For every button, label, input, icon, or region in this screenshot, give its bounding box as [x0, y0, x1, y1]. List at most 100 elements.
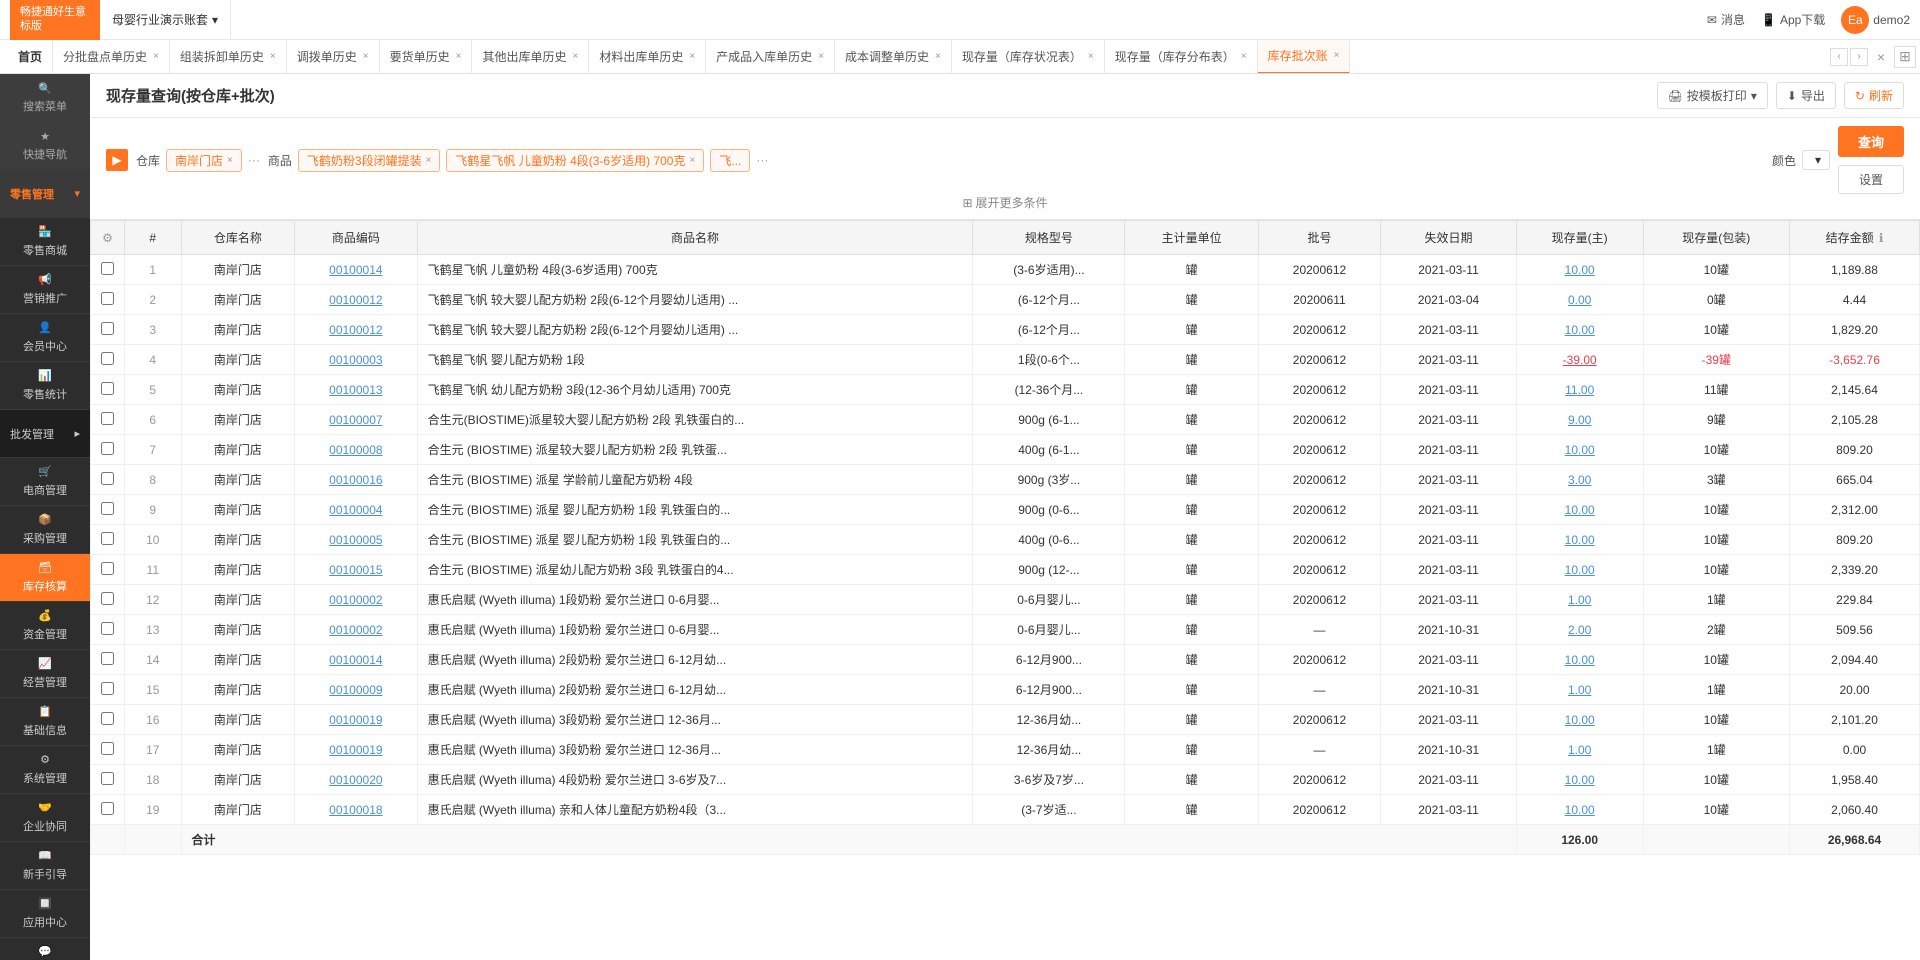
- nav-expand-btn[interactable]: ⊞: [1894, 46, 1916, 68]
- filter-product-more-icon[interactable]: ···: [756, 153, 768, 167]
- row-checkbox[interactable]: [101, 562, 114, 575]
- export-button[interactable]: ⬇ 导出: [1776, 82, 1836, 109]
- row-checkbox[interactable]: [101, 442, 114, 455]
- tab-fenpi[interactable]: 分批盘点单历史 ×: [53, 40, 170, 74]
- filter-more-icon[interactable]: ···: [248, 153, 260, 167]
- cell-stock-main[interactable]: 10.00: [1516, 765, 1643, 795]
- cell-stock-main[interactable]: 10.00: [1516, 705, 1643, 735]
- cell-code[interactable]: 00100015: [295, 555, 417, 585]
- company-select[interactable]: 母婴行业演示账套 ▾: [100, 0, 231, 40]
- cell-code[interactable]: 00100016: [295, 465, 417, 495]
- row-checkbox[interactable]: [101, 772, 114, 785]
- cell-stock-main[interactable]: 11.00: [1516, 375, 1643, 405]
- close-icon[interactable]: ×: [227, 155, 233, 166]
- sidebar-item-retail-mgmt[interactable]: 零售管理 ▾: [0, 170, 90, 218]
- cell-stock-main[interactable]: 10.00: [1516, 555, 1643, 585]
- cell-code[interactable]: 00100005: [295, 525, 417, 555]
- app-download-btn[interactable]: 📱 App下载: [1761, 11, 1825, 28]
- row-checkbox[interactable]: [101, 322, 114, 335]
- query-button[interactable]: 查询: [1838, 126, 1904, 157]
- sidebar-item-retail-shop[interactable]: 🏪 零售商城: [0, 218, 90, 266]
- info-icon[interactable]: ℹ: [1879, 231, 1884, 245]
- cell-stock-main[interactable]: 1.00: [1516, 675, 1643, 705]
- close-icon[interactable]: ×: [456, 51, 462, 62]
- tab-xiancun-fen[interactable]: 现存量（库存分布表） ×: [1105, 40, 1258, 74]
- row-checkbox[interactable]: [101, 412, 114, 425]
- tab-home[interactable]: 首页: [8, 40, 53, 74]
- cell-code[interactable]: 00100014: [295, 645, 417, 675]
- cell-stock-main[interactable]: 2.00: [1516, 615, 1643, 645]
- row-checkbox[interactable]: [101, 592, 114, 605]
- row-checkbox[interactable]: [101, 532, 114, 545]
- cell-stock-main[interactable]: 10.00: [1516, 495, 1643, 525]
- tab-yaohuo[interactable]: 要货单历史 ×: [380, 40, 473, 74]
- cell-stock-main[interactable]: 10.00: [1516, 435, 1643, 465]
- close-icon[interactable]: ×: [1088, 51, 1094, 62]
- sidebar-item-inventory[interactable]: 🗃 库存核算: [0, 554, 90, 602]
- row-checkbox[interactable]: [101, 262, 114, 275]
- sidebar-quick-nav[interactable]: ★ 快捷导航: [0, 122, 90, 170]
- filter-toggle-btn[interactable]: ▶: [106, 149, 128, 171]
- cell-code[interactable]: 00100007: [295, 405, 417, 435]
- settings-icon[interactable]: ⚙: [102, 231, 113, 245]
- sidebar-item-system[interactable]: ⚙ 系统管理: [0, 746, 90, 794]
- sidebar-item-collab[interactable]: 🤝 企业协同: [0, 794, 90, 842]
- sidebar-item-app-center[interactable]: 🔲 应用中心: [0, 890, 90, 938]
- close-icon[interactable]: ×: [426, 155, 432, 166]
- close-icon[interactable]: ×: [1334, 50, 1340, 61]
- sidebar-item-wechat[interactable]: 💬 企业微信: [0, 938, 90, 960]
- cell-code[interactable]: 00100008: [295, 435, 417, 465]
- row-checkbox[interactable]: [101, 802, 114, 815]
- tab-diaobo[interactable]: 调拨单历史 ×: [287, 40, 380, 74]
- cell-code[interactable]: 00100012: [295, 315, 417, 345]
- close-icon[interactable]: ×: [153, 51, 159, 62]
- row-checkbox[interactable]: [101, 502, 114, 515]
- message-btn[interactable]: ✉ 消息: [1707, 11, 1745, 28]
- cell-code[interactable]: 00100004: [295, 495, 417, 525]
- cell-stock-main[interactable]: 10.00: [1516, 315, 1643, 345]
- sidebar-item-purchase[interactable]: 📦 采购管理: [0, 506, 90, 554]
- close-icon[interactable]: ×: [1241, 51, 1247, 62]
- cell-stock-main[interactable]: 10.00: [1516, 525, 1643, 555]
- tab-zuhe[interactable]: 组装拆卸单历史 ×: [170, 40, 287, 74]
- cell-stock-main[interactable]: -39.00: [1516, 345, 1643, 375]
- row-checkbox[interactable]: [101, 382, 114, 395]
- warehouse-tag[interactable]: 南岸门店 ×: [166, 149, 242, 172]
- row-checkbox[interactable]: [101, 652, 114, 665]
- cell-stock-main[interactable]: 10.00: [1516, 255, 1643, 285]
- close-icon[interactable]: ×: [270, 51, 276, 62]
- cell-stock-main[interactable]: 1.00: [1516, 585, 1643, 615]
- sidebar-item-ecommerce[interactable]: 🛒 电商管理: [0, 458, 90, 506]
- row-checkbox[interactable]: [101, 682, 114, 695]
- color-dropdown[interactable]: ▾: [1802, 150, 1830, 170]
- user-profile[interactable]: Ea demo2: [1841, 6, 1910, 34]
- nav-next-btn[interactable]: ›: [1850, 48, 1868, 66]
- sidebar-item-operations[interactable]: 📈 经营管理: [0, 650, 90, 698]
- print-button[interactable]: 🖨 按模板打印 ▾: [1657, 82, 1768, 109]
- expand-more-button[interactable]: ⊞ 展开更多条件: [962, 194, 1047, 211]
- tab-chengben[interactable]: 成本调整单历史 ×: [835, 40, 952, 74]
- sidebar-item-finance[interactable]: 💰 资金管理: [0, 602, 90, 650]
- cell-code[interactable]: 00100002: [295, 615, 417, 645]
- cell-code[interactable]: 00100003: [295, 345, 417, 375]
- sidebar-search[interactable]: 🔍 搜索菜单: [0, 74, 90, 122]
- tab-kucun-pi[interactable]: 库存批次账 ×: [1258, 40, 1351, 74]
- settings-button[interactable]: 设置: [1838, 165, 1904, 194]
- sidebar-item-retail-stats[interactable]: 📊 零售统计: [0, 362, 90, 410]
- product-tag-2[interactable]: 飞鹤星飞帆 儿童奶粉 4段(3-6岁适用) 700克 ×: [446, 149, 704, 172]
- sidebar-item-wholesale[interactable]: 批发管理 ▸: [0, 410, 90, 458]
- row-checkbox[interactable]: [101, 472, 114, 485]
- cell-code[interactable]: 00100013: [295, 375, 417, 405]
- product-tag-1[interactable]: 飞鹤奶粉3段闭罐提装 ×: [298, 149, 441, 172]
- row-checkbox[interactable]: [101, 742, 114, 755]
- row-checkbox[interactable]: [101, 352, 114, 365]
- cell-code[interactable]: 00100012: [295, 285, 417, 315]
- row-checkbox[interactable]: [101, 712, 114, 725]
- cell-code[interactable]: 00100014: [295, 255, 417, 285]
- tab-chanpin[interactable]: 产成品入库单历史 ×: [706, 40, 835, 74]
- product-tag-3[interactable]: 飞...: [710, 149, 750, 172]
- close-icon[interactable]: ×: [935, 51, 941, 62]
- cell-stock-main[interactable]: 10.00: [1516, 645, 1643, 675]
- row-checkbox[interactable]: [101, 622, 114, 635]
- close-icon[interactable]: ×: [689, 155, 695, 166]
